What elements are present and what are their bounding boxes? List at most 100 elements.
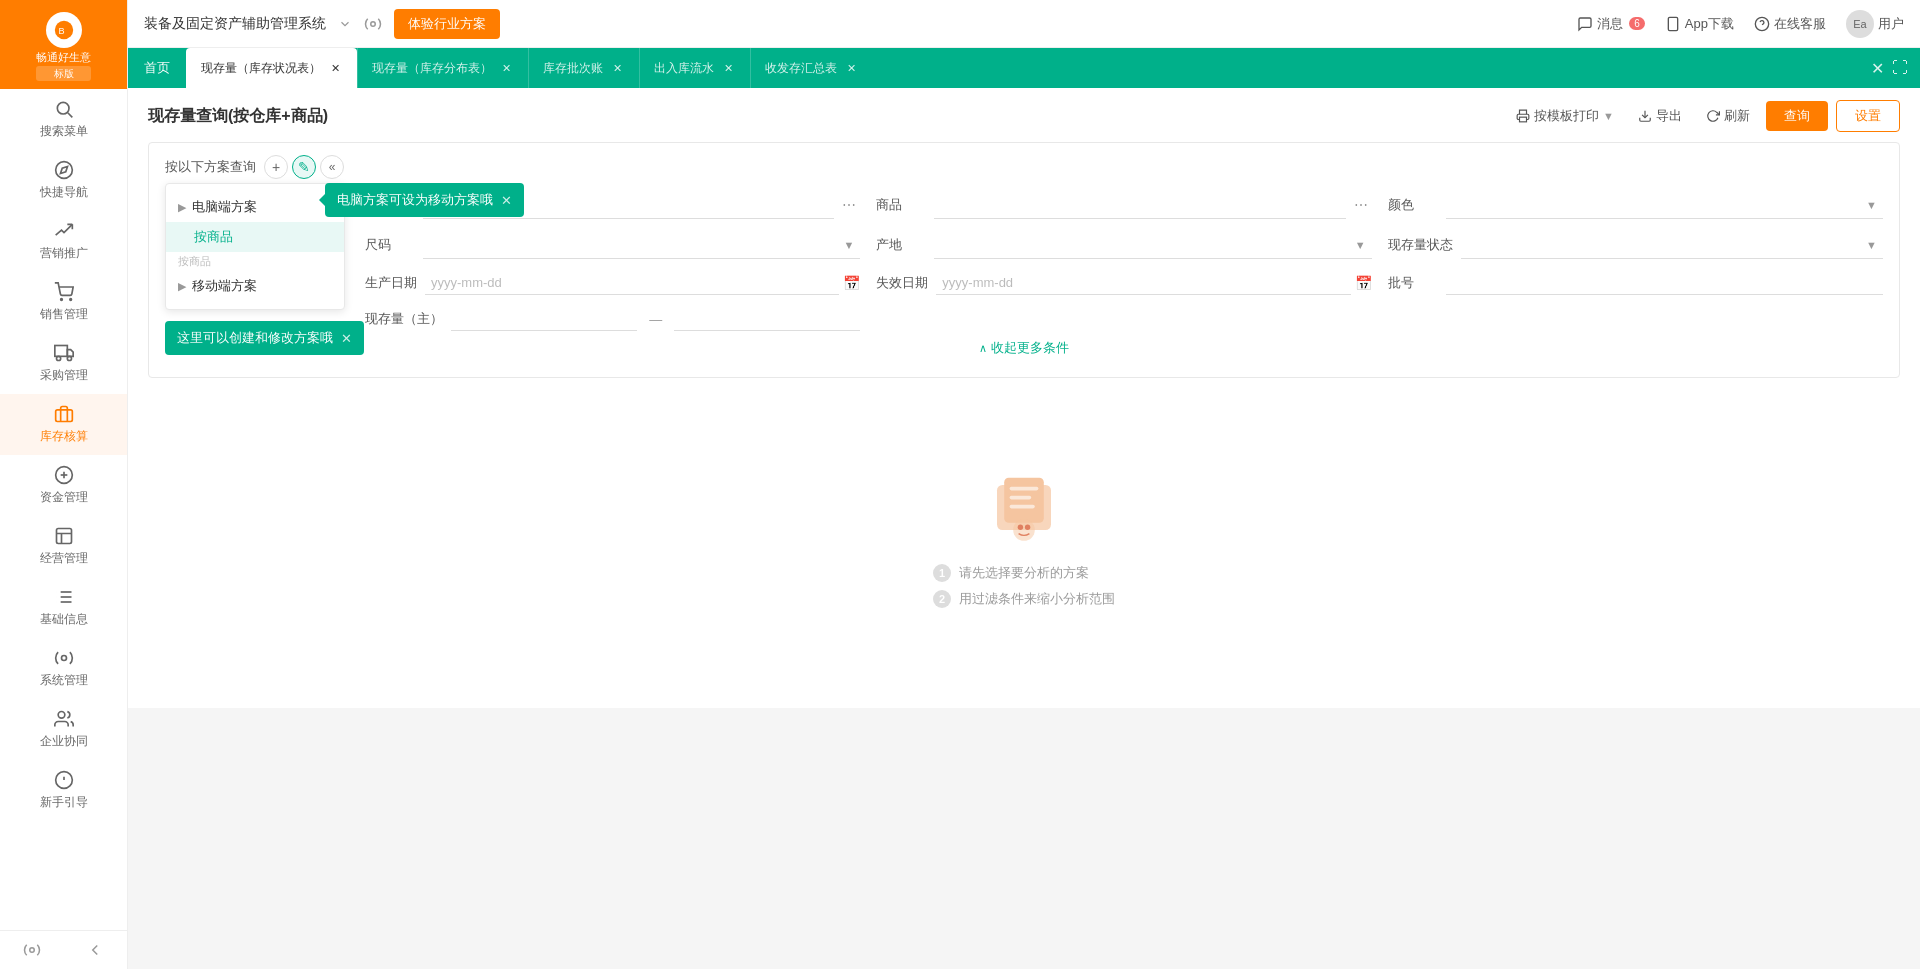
tab-inventory-status[interactable]: 现存量（库存状况表） ✕ <box>186 48 357 88</box>
tab-close-batch[interactable]: ✕ <box>609 60 625 76</box>
tab-inout[interactable]: 出入库流水 ✕ <box>639 48 750 88</box>
filter-field-color: 颜色 ▼ <box>1388 191 1883 219</box>
tooltip-pc-close[interactable]: ✕ <box>501 193 512 208</box>
tabbar-close-btn[interactable]: ✕ <box>1871 59 1884 78</box>
batch-input[interactable] <box>1446 271 1883 295</box>
tab-inventory-dist[interactable]: 现存量（库存分布表） ✕ <box>357 48 528 88</box>
query-btn[interactable]: 查询 <box>1766 101 1828 131</box>
origin-select[interactable]: ▼ <box>934 231 1371 259</box>
tab-home[interactable]: 首页 <box>128 48 186 88</box>
sidebar-item-quick-nav[interactable]: 快捷导航 <box>0 150 127 211</box>
app-download-btn[interactable]: App下载 <box>1665 15 1734 33</box>
sidebar-item-purchase[interactable]: 采购管理 <box>0 333 127 394</box>
empty-num-1: 1 <box>933 564 951 582</box>
sidebar-item-inventory[interactable]: 库存核算 <box>0 394 127 455</box>
page-title: 现存量查询(按仓库+商品) <box>148 106 328 127</box>
svg-point-27 <box>371 21 376 26</box>
collapse-conditions-btn[interactable]: ∧ 收起更多条件 <box>165 331 1883 361</box>
trial-btn[interactable]: 体验行业方案 <box>394 9 500 39</box>
size-select[interactable]: ▼ <box>423 231 860 259</box>
tooltip-edit-close[interactable]: ✕ <box>341 331 352 346</box>
svg-rect-38 <box>1010 505 1035 509</box>
sidebar-item-marketing[interactable]: 营销推广 <box>0 211 127 272</box>
batch-label: 批号 <box>1388 274 1438 292</box>
user-btn[interactable]: Ea 用户 <box>1846 10 1904 38</box>
filter-rows: 仓库 ⋯ 商品 <box>365 191 1883 331</box>
tab-close-inventory-status[interactable]: ✕ <box>327 60 343 76</box>
sidebar: B 畅通好生意 标版 搜索菜单 快捷导航 营销推广 销售管理 采购管理 <box>0 0 128 969</box>
settings-footer-btn[interactable] <box>23 941 41 959</box>
logo-icon: B <box>46 12 82 48</box>
tab-close-inventory-dist[interactable]: ✕ <box>498 60 514 76</box>
exp-date-input[interactable] <box>936 271 1350 295</box>
warehouse-dots[interactable]: ⋯ <box>838 197 860 213</box>
filter-label: 按以下方案查询 <box>165 158 256 176</box>
prod-date-calendar-icon[interactable]: 📅 <box>843 275 860 291</box>
page-header: 现存量查询(按仓库+商品) 按模板打印 ▼ 导出 刷新 <box>148 88 1900 142</box>
scheme-pc-child-1[interactable]: 按商品 <box>166 222 344 252</box>
svg-text:B: B <box>58 26 64 36</box>
sidebar-item-sales[interactable]: 销售管理 <box>0 272 127 333</box>
settings-btn[interactable]: 设置 <box>1836 100 1900 132</box>
stock-main-label: 现存量（主） <box>365 310 443 328</box>
scheme-mobile[interactable]: ▶ 移动端方案 <box>166 271 344 301</box>
goods-select[interactable] <box>934 191 1345 219</box>
message-btn[interactable]: 消息 6 <box>1577 15 1645 33</box>
sidebar-item-basic[interactable]: 基础信息 <box>0 577 127 638</box>
sidebar-item-operations[interactable]: 经营管理 <box>0 516 127 577</box>
stock-main-from[interactable] <box>451 307 637 331</box>
tab-recv-summary[interactable]: 收发存汇总表 ✕ <box>750 48 873 88</box>
add-scheme-btn[interactable]: + <box>264 155 288 179</box>
sidebar-item-system[interactable]: 系统管理 <box>0 638 127 699</box>
exp-date-calendar-icon[interactable]: 📅 <box>1355 275 1372 291</box>
svg-marker-5 <box>60 167 67 174</box>
svg-point-11 <box>67 357 71 361</box>
collapse-sidebar-btn[interactable] <box>86 941 104 959</box>
sidebar-item-guide[interactable]: 新手引导 <box>0 760 127 821</box>
print-btn[interactable]: 按模板打印 ▼ <box>1508 103 1622 129</box>
svg-point-24 <box>58 712 65 719</box>
filter-field-origin: 产地 ▼ <box>876 231 1371 259</box>
stock-status-label: 现存量状态 <box>1388 236 1453 254</box>
filter-field-stock-status: 现存量状态 ▼ <box>1388 231 1883 259</box>
topbar-settings-btn[interactable] <box>364 15 382 33</box>
export-btn[interactable]: 导出 <box>1630 103 1690 129</box>
scheme-pc[interactable]: ▶ 电脑端方案 <box>166 192 344 222</box>
page-actions: 按模板打印 ▼ 导出 刷新 查询 设置 <box>1508 100 1900 132</box>
goods-dots[interactable]: ⋯ <box>1350 197 1372 213</box>
support-btn[interactable]: 在线客服 <box>1754 15 1826 33</box>
logo-text: 畅通好生意 标版 <box>36 50 91 81</box>
filter-field-stock-main: 现存量（主） — <box>365 307 860 331</box>
sidebar-item-search[interactable]: 搜索菜单 <box>0 89 127 150</box>
refresh-btn[interactable]: 刷新 <box>1698 103 1758 129</box>
back-scheme-btn[interactable]: « <box>320 155 344 179</box>
empty-state-item-1: 1 请先选择要分析的方案 <box>933 564 1115 582</box>
tab-close-recv-summary[interactable]: ✕ <box>843 60 859 76</box>
svg-point-4 <box>55 162 72 179</box>
sidebar-logo: B 畅通好生意 标版 <box>0 0 127 89</box>
edit-scheme-btn[interactable]: ✎ <box>292 155 316 179</box>
stock-status-select[interactable]: ▼ <box>1461 231 1883 259</box>
color-select[interactable]: ▼ <box>1446 191 1883 219</box>
svg-point-6 <box>60 299 62 301</box>
sidebar-item-finance[interactable]: 资金管理 <box>0 455 127 516</box>
sidebar-item-enterprise[interactable]: 企业协同 <box>0 699 127 760</box>
main-content: 装备及固定资产辅助管理系统 体验行业方案 消息 6 App下载 在线客服 <box>128 0 1920 969</box>
prod-date-input[interactable] <box>425 271 839 295</box>
filter-field-prod-date: 生产日期 📅 <box>365 271 860 295</box>
stock-main-to[interactable] <box>674 307 860 331</box>
system-selector[interactable] <box>338 17 352 31</box>
svg-line-3 <box>67 113 72 118</box>
filter-field-goods: 商品 ⋯ <box>876 191 1371 219</box>
system-name: 装备及固定资产辅助管理系统 <box>144 15 326 33</box>
tabbar-expand-btn[interactable]: ⛶ <box>1892 59 1908 77</box>
filter-row-1: 仓库 ⋯ 商品 <box>365 191 1883 219</box>
filter-field-exp-date: 失效日期 📅 <box>876 271 1371 295</box>
message-badge: 6 <box>1629 17 1645 30</box>
topbar: 装备及固定资产辅助管理系统 体验行业方案 消息 6 App下载 在线客服 <box>128 0 1920 48</box>
scheme-tree: ▶ 电脑端方案 按商品 按商品 ▶ 移动端方案 <box>165 183 345 310</box>
empty-num-2: 2 <box>933 590 951 608</box>
tab-batch[interactable]: 库存批次账 ✕ <box>528 48 639 88</box>
filter-row-3: 生产日期 📅 失效日期 📅 <box>365 271 1883 295</box>
tab-close-inout[interactable]: ✕ <box>720 60 736 76</box>
